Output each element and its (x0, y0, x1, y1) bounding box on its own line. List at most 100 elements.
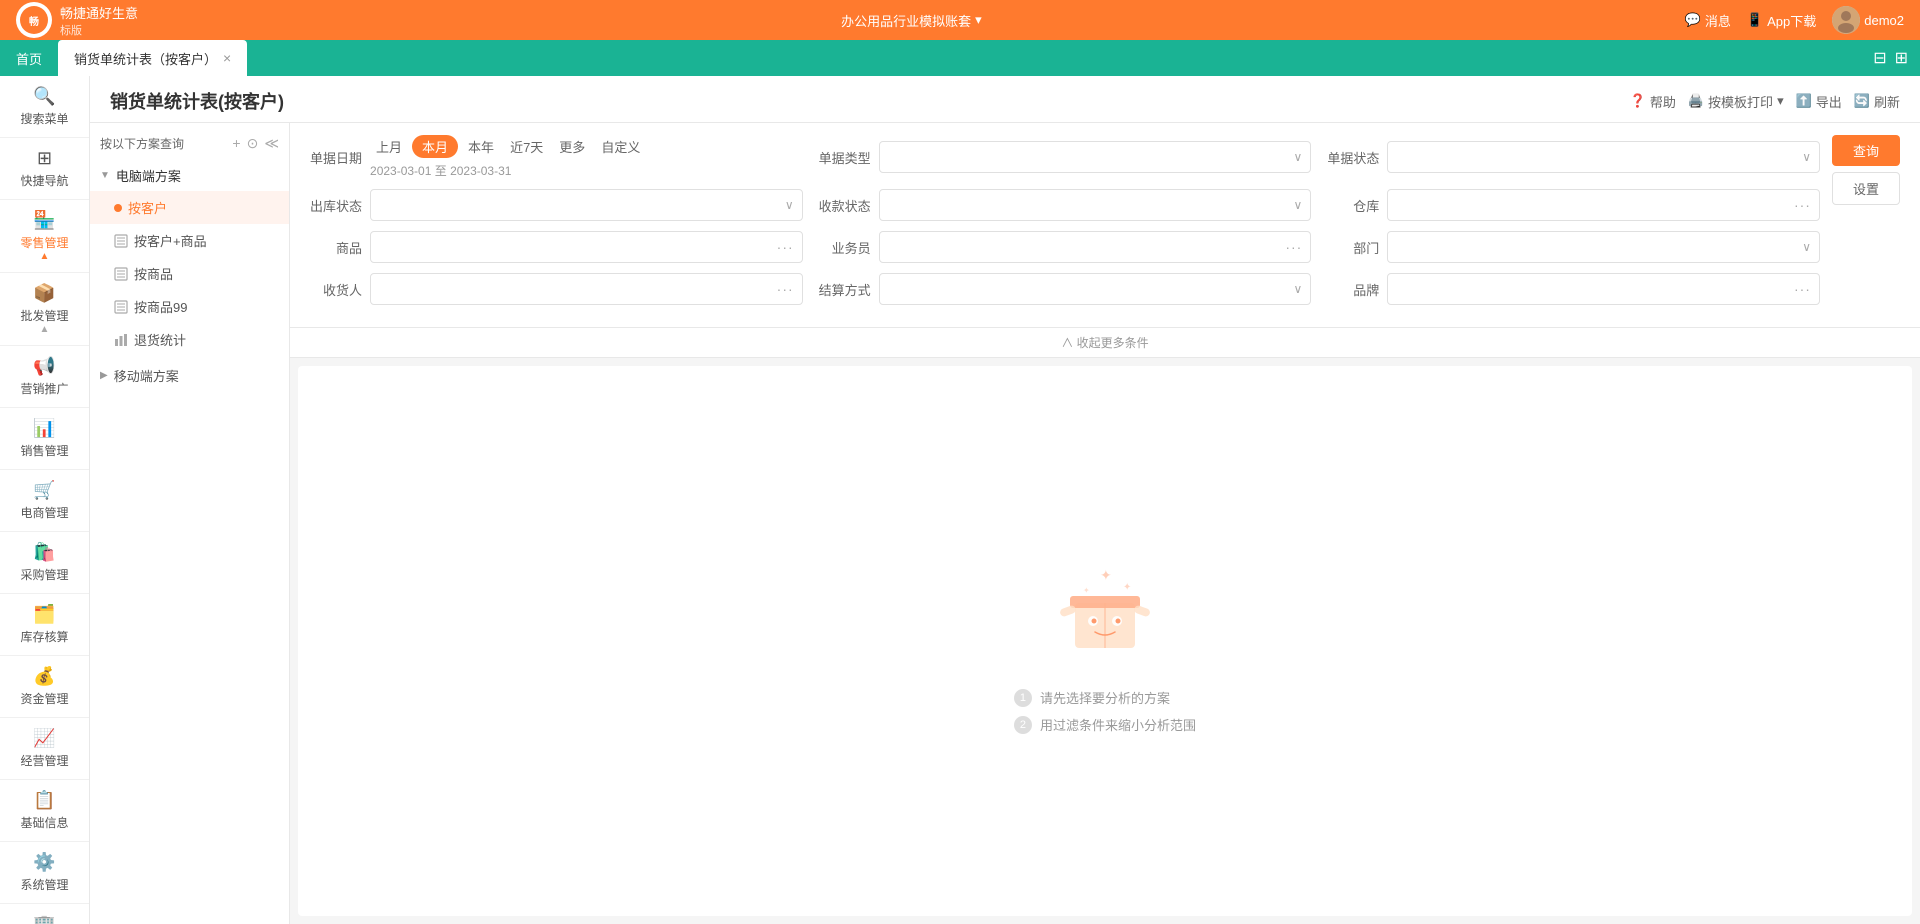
user-menu[interactable]: demo2 (1832, 6, 1904, 34)
help-icon: ❓ (1630, 93, 1646, 109)
sidebar-item-quicknav[interactable]: ⊞ 快捷导航 (0, 138, 89, 200)
refresh-button[interactable]: 🔄 刷新 (1854, 92, 1900, 111)
sidebar-item-operations[interactable]: 📈 经营管理 (0, 718, 89, 780)
export-button[interactable]: ⬆️ 导出 (1796, 92, 1842, 111)
app-subtitle: 标版 (60, 22, 138, 38)
scheme-item-return-stats[interactable]: 退货统计 (90, 323, 289, 356)
goods-filter-item: 商品 (310, 231, 803, 263)
settlement-select[interactable] (879, 273, 1312, 305)
goods-select[interactable] (370, 231, 803, 263)
scheme-group-pc-header[interactable]: ▼ 电脑端方案 (90, 160, 289, 191)
print-button[interactable]: 🖨️ 按模板打印 ▾ (1688, 92, 1784, 111)
scheme-item-by-goods[interactable]: 按商品 (90, 257, 289, 290)
operations-icon: 📈 (33, 728, 55, 749)
sidebar-item-finance[interactable]: 💰 资金管理 (0, 656, 89, 718)
date-tabs-group: 上月 本月 本年 近7天 更多 自定义 (370, 135, 803, 158)
staff-select[interactable] (879, 231, 1312, 263)
empty-tip-2: 2 用过滤条件来缩小分析范围 (1014, 715, 1196, 734)
page-title: 销货单统计表(按客户) (110, 88, 284, 114)
empty-illustration: ✦ ✦ ✦ (1045, 548, 1165, 668)
date-label: 单据日期 (310, 148, 362, 167)
receive-status-filter-item: 收款状态 (819, 189, 1312, 221)
doc-type-select[interactable] (879, 141, 1312, 173)
left-panel-actions: + ⊙ ≪ (232, 135, 279, 152)
scheme-item-icon (114, 234, 128, 248)
sidebar-item-enterprise[interactable]: 🏢 企业协同 (0, 904, 89, 924)
sidebar-item-marketing[interactable]: 📢 营销推广 (0, 346, 89, 408)
finance-icon: 💰 (33, 666, 55, 687)
doc-type-filter-item: 单据类型 (819, 135, 1312, 179)
company-dropdown[interactable]: 办公用品行业模拟账套 ▾ (841, 11, 982, 30)
date-tab-custom[interactable]: 自定义 (595, 135, 646, 158)
receive-status-select[interactable] (879, 189, 1312, 221)
scheme-group-pc: ▼ 电脑端方案 按客户 (90, 160, 289, 356)
warehouse-select[interactable] (1387, 189, 1820, 221)
out-status-filter-item: 出库状态 (310, 189, 803, 221)
receiver-select[interactable] (370, 273, 803, 305)
scheme-item-by-customer-goods[interactable]: 按客户+商品 (90, 224, 289, 257)
scheme-item-icon (114, 267, 128, 281)
sidebar: 🔍 搜索菜单 ⊞ 快捷导航 🏪 零售管理 ▲ 📦 批发管理 ▲ 📢 营销推广 📊… (0, 76, 90, 924)
tabbar-expand: ⊟ ⊞ (1873, 48, 1920, 68)
doc-status-select[interactable] (1387, 141, 1820, 173)
sidebar-item-system[interactable]: ⚙️ 系统管理 (0, 842, 89, 904)
staff-label: 业务员 (819, 238, 871, 257)
sidebar-item-sales[interactable]: 📊 销售管理 (0, 408, 89, 470)
tab-sales-stats[interactable]: 销货单统计表（按客户） × (58, 40, 247, 76)
brand-select[interactable] (1387, 273, 1820, 305)
help-button[interactable]: ❓ 帮助 (1630, 92, 1676, 111)
receiver-label: 收货人 (310, 280, 362, 299)
chevron-down-icon: ▲ (40, 251, 50, 262)
minimize-icon[interactable]: ⊟ (1873, 48, 1886, 68)
topbar-left: 畅 畅捷通好生意 标版 (16, 2, 138, 38)
scheme-group-mobile: ▶ 移动端方案 (90, 360, 289, 391)
out-status-label: 出库状态 (310, 196, 362, 215)
search-icon: 🔍 (33, 86, 55, 107)
edit-scheme-button[interactable]: ⊙ (247, 135, 259, 152)
collapse-bar[interactable]: ∧ 收起更多条件 (290, 328, 1920, 358)
svg-text:✦: ✦ (1100, 567, 1112, 583)
app-download-button[interactable]: 📱 App下载 (1747, 11, 1816, 30)
add-scheme-button[interactable]: + (232, 135, 240, 152)
scheme-item-by-goods99[interactable]: 按商品99 (90, 290, 289, 323)
sidebar-item-inventory[interactable]: 🗂️ 库存核算 (0, 594, 89, 656)
sidebar-item-ecommerce[interactable]: 🛒 电商管理 (0, 470, 89, 532)
print-icon: 🖨️ (1688, 93, 1704, 109)
sidebar-item-wholesale[interactable]: 📦 批发管理 ▲ (0, 273, 89, 346)
avatar (1832, 6, 1860, 34)
page-header: 销货单统计表(按客户) ❓ 帮助 🖨️ 按模板打印 ▾ ⬆️ 导出 🔄 刷新 (90, 76, 1920, 123)
download-icon: 📱 (1747, 12, 1763, 28)
dept-select[interactable] (1387, 231, 1820, 263)
scheme-group-mobile-header[interactable]: ▶ 移动端方案 (90, 360, 289, 391)
scheme-item-by-customer[interactable]: 按客户 (90, 191, 289, 224)
out-status-select[interactable] (370, 189, 803, 221)
sales-icon: 📊 (33, 418, 55, 439)
page-actions: ❓ 帮助 🖨️ 按模板打印 ▾ ⬆️ 导出 🔄 刷新 (1630, 92, 1900, 111)
sidebar-item-purchase[interactable]: 🛍️ 采购管理 (0, 532, 89, 594)
date-tab-this-year[interactable]: 本年 (462, 135, 500, 158)
refresh-icon: 🔄 (1854, 93, 1870, 109)
goods-label: 商品 (310, 238, 362, 257)
tab-close-icon[interactable]: × (223, 50, 231, 66)
date-tab-more[interactable]: 更多 (553, 135, 591, 158)
svg-text:✦: ✦ (1123, 582, 1131, 593)
doc-status-filter-item: 单据状态 (1327, 135, 1820, 179)
collapse-panel-button[interactable]: ≪ (264, 135, 279, 152)
message-button[interactable]: 💬 消息 (1685, 11, 1731, 30)
topbar-center[interactable]: 办公用品行业模拟账套 ▾ (841, 11, 982, 30)
scheme-group-arrow: ▶ (100, 370, 108, 381)
sidebar-item-retail[interactable]: 🏪 零售管理 ▲ (0, 200, 89, 273)
sidebar-item-search[interactable]: 🔍 搜索菜单 (0, 76, 89, 138)
sidebar-item-basics[interactable]: 📋 基础信息 (0, 780, 89, 842)
date-tab-this-month[interactable]: 本月 (412, 135, 458, 158)
topbar: 畅 畅捷通好生意 标版 办公用品行业模拟账套 ▾ 💬 消息 📱 App下载 (0, 0, 1920, 40)
setting-button[interactable]: 设置 (1832, 172, 1900, 205)
scheme-group-arrow: ▼ (100, 170, 110, 181)
date-tab-7days[interactable]: 近7天 (504, 135, 549, 158)
chevron-down-icon: ▾ (975, 12, 982, 28)
dept-label: 部门 (1327, 238, 1379, 257)
maximize-icon[interactable]: ⊞ (1895, 48, 1908, 68)
date-tab-last-month[interactable]: 上月 (370, 135, 408, 158)
tab-home[interactable]: 首页 (0, 40, 58, 76)
query-button[interactable]: 查询 (1832, 135, 1900, 166)
